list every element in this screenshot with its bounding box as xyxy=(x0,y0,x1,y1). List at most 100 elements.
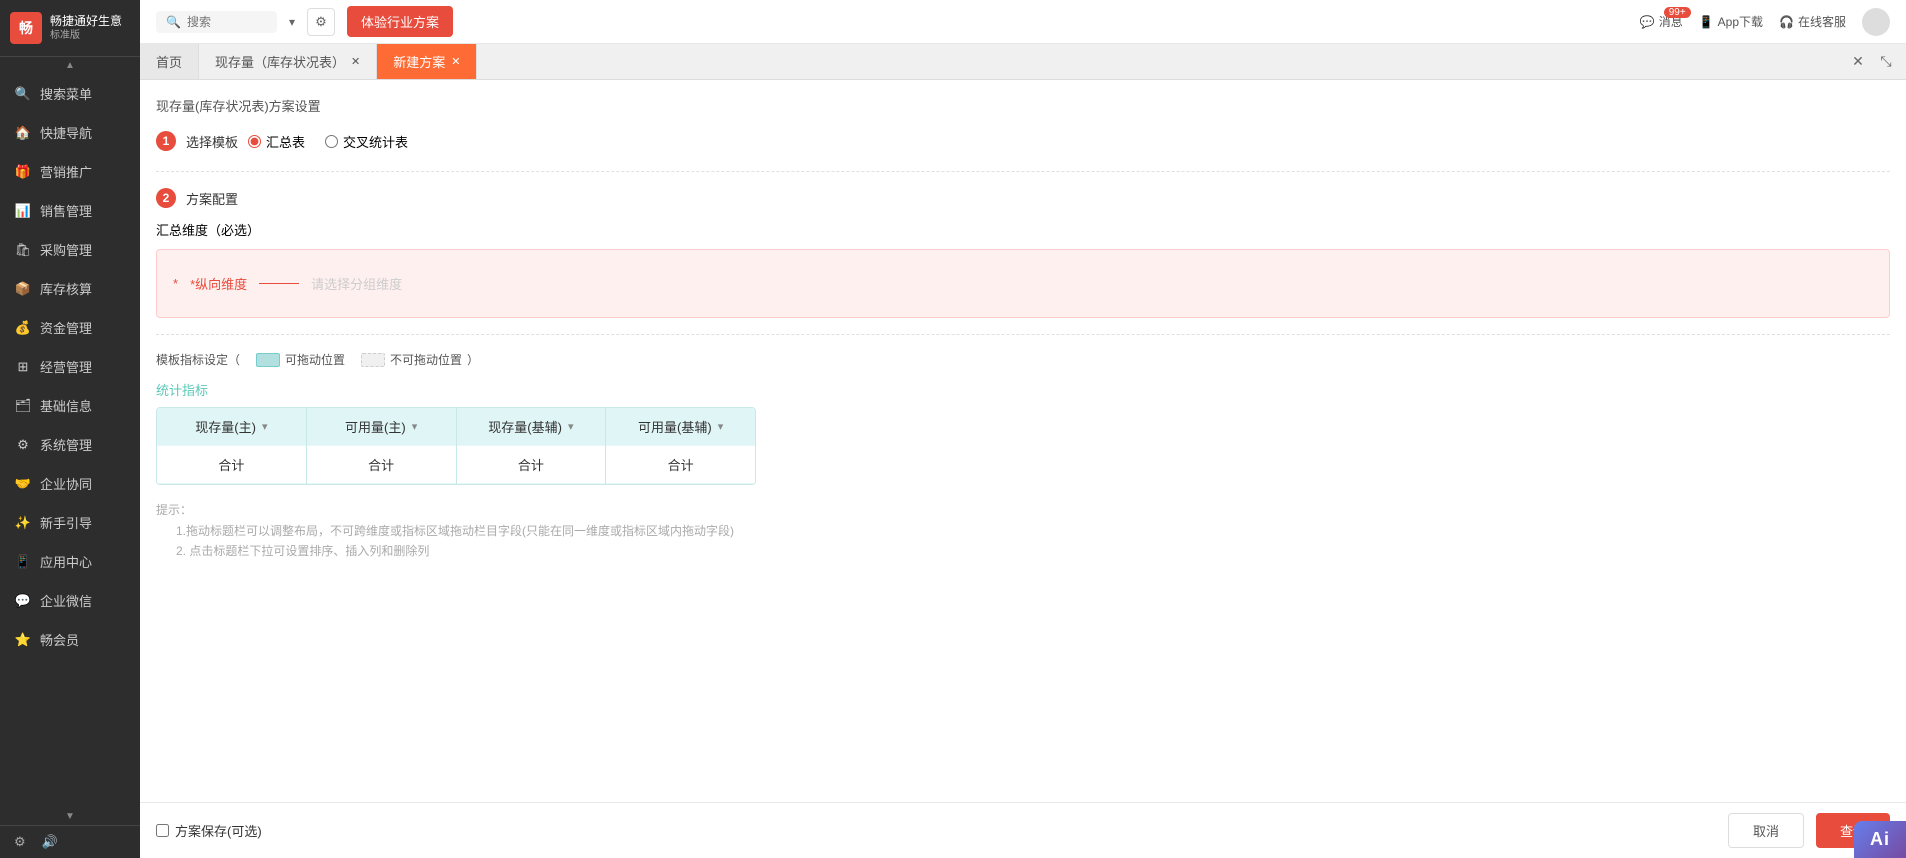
col-1-body: 合计 xyxy=(157,446,307,484)
sidebar-item-basic-info[interactable]: 🗂 基础信息 xyxy=(0,386,140,425)
sidebar-item-search-menu[interactable]: 🔍 搜索菜单 xyxy=(0,74,140,113)
sidebar-scroll-up[interactable]: ▲ xyxy=(0,57,140,74)
sidebar-item-app-center[interactable]: 📱 应用中心 xyxy=(0,542,140,581)
col-1-summary-text: 合计 xyxy=(218,455,244,474)
trial-button[interactable]: 体验行业方案 xyxy=(347,6,453,37)
col-2-summary: 合计 xyxy=(307,446,456,484)
col-1: 现存量(主) ▾ xyxy=(157,408,307,446)
tip-item-2: 2. 点击标题栏下拉可设置排序、插入列和删除列 xyxy=(156,542,1890,559)
col-4-header[interactable]: 可用量(基辅) ▾ xyxy=(606,408,755,446)
sidebar-item-label: 采购管理 xyxy=(40,240,92,259)
divider-2 xyxy=(156,334,1890,335)
table-section-title: 统计指标 xyxy=(156,380,1890,399)
sidebar-scroll-down[interactable]: ▼ xyxy=(0,808,140,825)
sidebar-item-label: 搜索菜单 xyxy=(40,84,92,103)
col-2-chevron[interactable]: ▾ xyxy=(412,420,418,433)
sidebar-item-purchase[interactable]: 🛍 采购管理 xyxy=(0,230,140,269)
radio-cross[interactable]: 交叉统计表 xyxy=(325,132,408,151)
tab-new-plan-close[interactable]: ✕ xyxy=(451,55,460,68)
tab-new-plan-label: 新建方案 xyxy=(393,52,445,71)
sidebar-item-label: 资金管理 xyxy=(40,318,92,337)
app-download-label: App下载 xyxy=(1718,13,1763,30)
col-3-header[interactable]: 现存量(基辅) ▾ xyxy=(457,408,606,446)
legend-non-draggable: 不可拖动位置 ） xyxy=(361,351,479,368)
col-2: 可用量(主) ▾ xyxy=(307,408,457,446)
chevron-down-icon: ▾ xyxy=(289,15,295,29)
footer-bar: 方案保存(可选) 取消 查询 xyxy=(140,802,1906,858)
sidebar-item-finance[interactable]: 💰 资金管理 xyxy=(0,308,140,347)
col-4-chevron[interactable]: ▾ xyxy=(718,420,724,433)
draggable-box xyxy=(256,353,280,367)
sidebar-item-marketing[interactable]: 🎁 营销推广 xyxy=(0,152,140,191)
ai-badge[interactable]: Ai xyxy=(1854,821,1906,858)
section2-title: 方案配置 xyxy=(186,189,238,208)
message-action[interactable]: 💬 消息 99+ xyxy=(1640,13,1683,30)
save-checkbox[interactable] xyxy=(156,824,169,837)
sidebar-item-label: 销售管理 xyxy=(40,201,92,220)
top-header: 🔍 ▾ ⚙ 体验行业方案 💬 消息 99+ 📱 App下载 🎧 在线客服 xyxy=(140,0,1906,44)
sidebar-item-operation[interactable]: ⊞ 经营管理 xyxy=(0,347,140,386)
home-icon: 🏠 xyxy=(14,124,32,142)
col-1-header-text: 现存量(主) xyxy=(195,417,256,436)
radio-summary-input[interactable] xyxy=(248,135,261,148)
tab-inventory-label: 现存量（库存状况表） xyxy=(215,52,345,71)
save-checkbox-row: 方案保存(可选) xyxy=(156,821,262,840)
sidebar-item-member[interactable]: ⭐ 畅会员 xyxy=(0,620,140,659)
divider-1 xyxy=(156,171,1890,172)
handshake-icon: 🤝 xyxy=(14,475,32,493)
message-icon: 💬 xyxy=(1640,15,1655,29)
col-1-header[interactable]: 现存量(主) ▾ xyxy=(157,408,306,446)
online-service-action[interactable]: 🎧 在线客服 xyxy=(1779,13,1846,30)
sidebar-item-label: 营销推广 xyxy=(40,162,92,181)
sidebar-item-inventory[interactable]: 📦 库存核算 xyxy=(0,269,140,308)
sidebar-item-system[interactable]: ⚙ 系统管理 xyxy=(0,425,140,464)
gear-button[interactable]: ⚙ xyxy=(307,8,335,36)
money-icon: 💰 xyxy=(14,319,32,337)
config-table-header: 现存量(主) ▾ 可用量(主) ▾ 现存量(基辅) ▾ xyxy=(157,408,755,446)
sidebar-item-weixin[interactable]: 💬 企业微信 xyxy=(0,581,140,620)
col-2-header[interactable]: 可用量(主) ▾ xyxy=(307,408,456,446)
app-download-action[interactable]: 📱 App下载 xyxy=(1699,13,1763,30)
chart-icon: 📊 xyxy=(14,202,32,220)
tab-close-btn[interactable]: ✕ xyxy=(1846,50,1870,74)
sidebar-item-label: 系统管理 xyxy=(40,435,92,454)
tab-inventory-close[interactable]: ✕ xyxy=(351,55,360,68)
settings-icon: ⚙ xyxy=(14,436,32,454)
col-4: 可用量(基辅) ▾ xyxy=(606,408,755,446)
section1-header: 1 选择模板 汇总表 交叉统计表 xyxy=(156,131,1890,151)
col-2-summary-text: 合计 xyxy=(368,455,394,474)
dim-placeholder[interactable]: 请选择分组维度 xyxy=(311,274,402,293)
section1-num: 1 xyxy=(156,131,176,151)
radio-summary[interactable]: 汇总表 xyxy=(248,132,305,151)
sidebar-logo: 畅 畅捷通好生意 标准版 xyxy=(0,0,140,57)
tab-inventory-status[interactable]: 现存量（库存状况表） ✕ xyxy=(199,44,377,79)
speaker-icon[interactable]: 🔊 xyxy=(42,834,58,850)
radio-cross-input[interactable] xyxy=(325,135,338,148)
tab-home[interactable]: 首页 xyxy=(140,44,199,79)
cancel-button[interactable]: 取消 xyxy=(1728,813,1804,848)
header-dropdown[interactable]: ▾ xyxy=(289,15,295,29)
star-icon: ⭐ xyxy=(14,631,32,649)
col-4-header-text: 可用量(基辅) xyxy=(638,417,712,436)
sidebar-item-sales[interactable]: 📊 销售管理 xyxy=(0,191,140,230)
settings-bottom-icon[interactable]: ⚙ xyxy=(14,834,26,850)
search-input[interactable] xyxy=(187,15,267,29)
col-1-chevron[interactable]: ▾ xyxy=(262,420,268,433)
search-bar[interactable]: 🔍 xyxy=(156,11,277,33)
tab-new-plan[interactable]: 新建方案 ✕ xyxy=(377,44,477,79)
tips-section: 提示： 1.拖动标题栏可以调整布局，不可跨维度或指标区域拖动栏目字段(只能在同一… xyxy=(156,501,1890,559)
sidebar-item-quick-nav[interactable]: 🏠 快捷导航 xyxy=(0,113,140,152)
close-paren: ） xyxy=(467,351,479,368)
sidebar-item-label: 畅会员 xyxy=(40,630,79,649)
sidebar-item-label: 企业微信 xyxy=(40,591,92,610)
sidebar-bottom: ⚙ 🔊 xyxy=(0,825,140,858)
sidebar-item-newcomer[interactable]: ✨ 新手引导 xyxy=(0,503,140,542)
tips-title: 提示： xyxy=(156,501,1890,518)
tab-expand-btn[interactable]: ⤡ xyxy=(1874,50,1898,74)
config-table: 现存量(主) ▾ 可用量(主) ▾ 现存量(基辅) ▾ xyxy=(156,407,756,485)
avatar[interactable] xyxy=(1862,8,1890,36)
col-3-summary: 合计 xyxy=(457,446,606,484)
sidebar-item-label: 应用中心 xyxy=(40,552,92,571)
col-3-chevron[interactable]: ▾ xyxy=(568,420,574,433)
sidebar-item-enterprise[interactable]: 🤝 企业协同 xyxy=(0,464,140,503)
